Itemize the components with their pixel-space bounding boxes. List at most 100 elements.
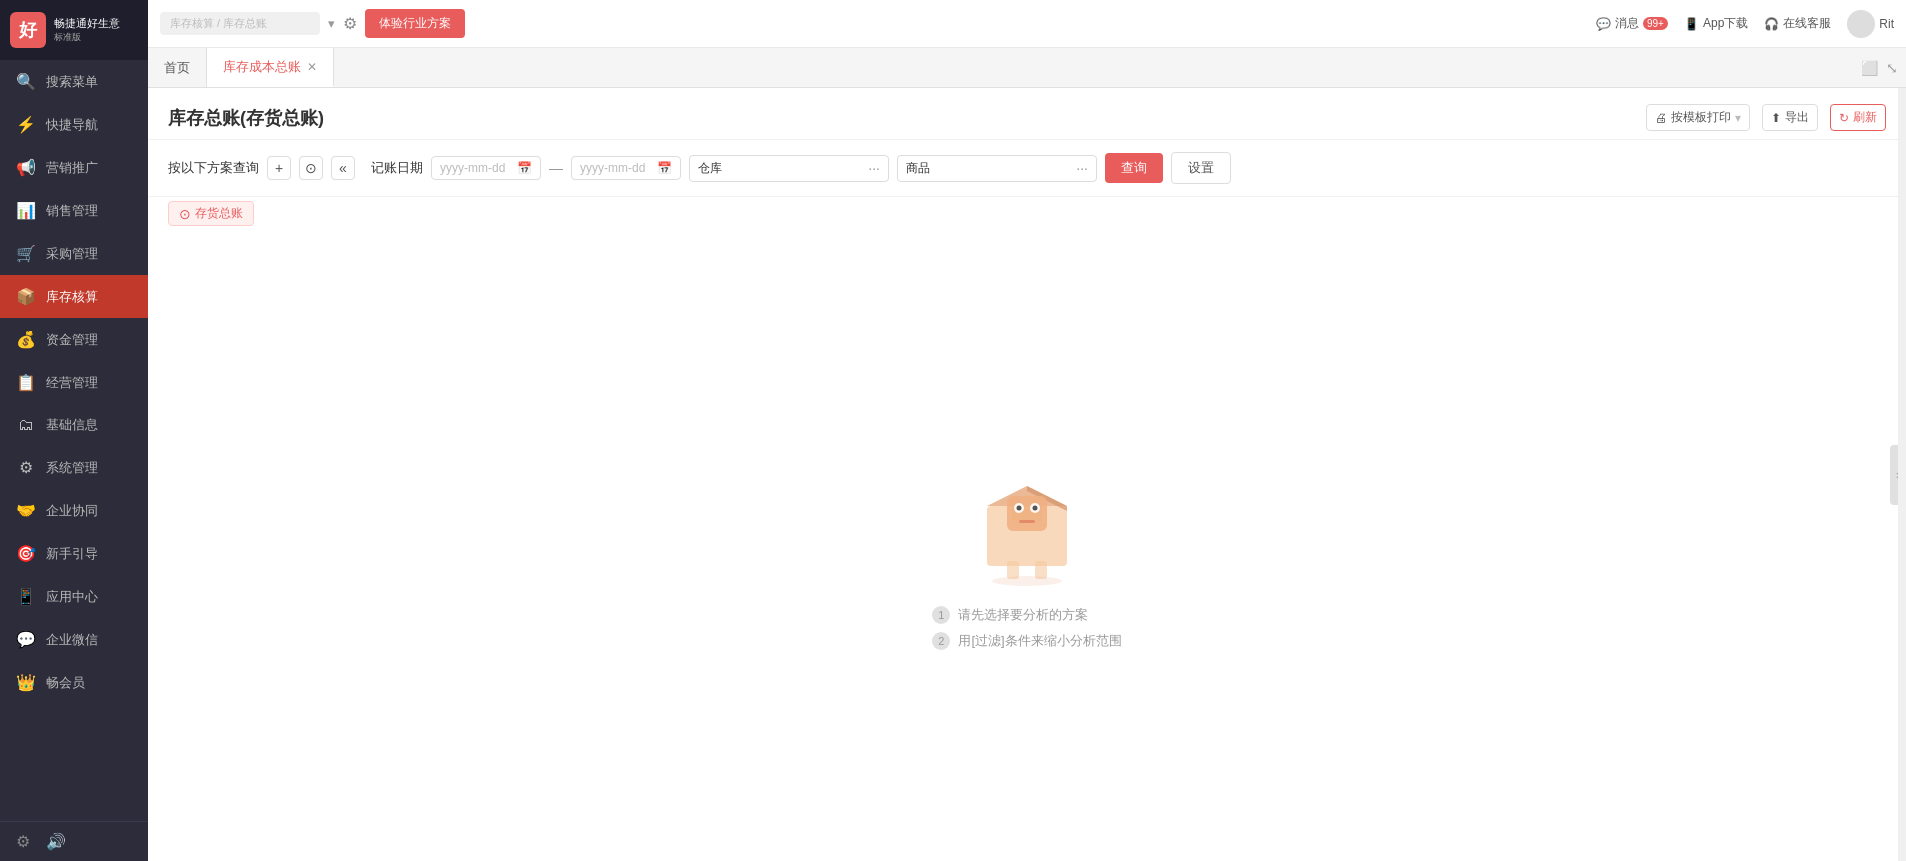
tab-home-label: 首页 bbox=[164, 59, 190, 77]
sidebar-bottom: ⚙ 🔊 bbox=[0, 821, 148, 861]
app-download-label: App下载 bbox=[1703, 15, 1748, 32]
export-button[interactable]: ⬆ 导出 bbox=[1762, 104, 1818, 131]
sidebar-item-finance[interactable]: 💰 资金管理 bbox=[0, 318, 148, 361]
sidebar-item-vip[interactable]: 👑 畅会员 bbox=[0, 661, 148, 704]
search-icon: 🔍 bbox=[16, 72, 36, 91]
online-support-label: 在线客服 bbox=[1783, 15, 1831, 32]
filter-row: 记账日期 yyyy-mm-dd 📅 — yyyy-mm-dd 📅 仓库 ··· … bbox=[371, 152, 1231, 184]
tab-inventory-ledger[interactable]: 库存成本总账 ✕ bbox=[207, 48, 334, 87]
filter-collapse-button[interactable]: « bbox=[331, 156, 355, 180]
sidebar-audio-icon[interactable]: 🔊 bbox=[46, 832, 66, 851]
sidebar-item-newguide[interactable]: 🎯 新手引导 bbox=[0, 532, 148, 575]
vip-icon: 👑 bbox=[16, 673, 36, 692]
resize-icon[interactable]: ⤡ bbox=[1886, 60, 1898, 76]
schema-tag[interactable]: ⊙ 存货总账 bbox=[168, 201, 254, 226]
base-icon: 🗂 bbox=[16, 416, 36, 434]
goods-label: 商品 bbox=[906, 160, 930, 177]
sidebar-item-label: 基础信息 bbox=[46, 416, 98, 434]
user-menu[interactable]: Rit bbox=[1847, 10, 1894, 38]
query-button[interactable]: 查询 bbox=[1105, 153, 1163, 183]
app-download-icon: 📱 bbox=[1684, 17, 1699, 31]
date-end-placeholder: yyyy-mm-dd bbox=[580, 161, 645, 175]
date-start-placeholder: yyyy-mm-dd bbox=[440, 161, 505, 175]
svg-point-8 bbox=[1033, 505, 1038, 510]
tip-number-1: 1 bbox=[932, 606, 950, 624]
dropdown-arrow-icon[interactable]: ▾ bbox=[328, 16, 335, 31]
app-logo-icon: 好 bbox=[10, 12, 46, 48]
message-badge: 99+ bbox=[1643, 17, 1668, 30]
filter-add-button[interactable]: + bbox=[267, 156, 291, 180]
sidebar-nav: 🔍 搜索菜单 ⚡ 快捷导航 📢 营销推广 📊 销售管理 🛒 采购管理 📦 库存核… bbox=[0, 60, 148, 821]
maximize-icon[interactable]: ⬜ bbox=[1861, 60, 1878, 76]
page-header: 库存总账(存货总账) 🖨 按模板打印 ▾ ⬆ 导出 ↻ 刷新 bbox=[148, 88, 1906, 140]
svg-point-12 bbox=[992, 576, 1062, 586]
settings-icon[interactable]: ⚙ bbox=[343, 14, 357, 33]
user-avatar bbox=[1847, 10, 1875, 38]
sidebar-item-system[interactable]: ⚙ 系统管理 bbox=[0, 446, 148, 489]
sidebar-item-label: 搜索菜单 bbox=[46, 73, 98, 91]
svg-rect-4 bbox=[1007, 496, 1047, 531]
tab-close-icon[interactable]: ✕ bbox=[307, 60, 317, 74]
enterprise-icon: 🤝 bbox=[16, 501, 36, 520]
sidebar-item-label: 新手引导 bbox=[46, 545, 98, 563]
tab-inventory-ledger-label: 库存成本总账 bbox=[223, 58, 301, 76]
message-icon: 💬 bbox=[1596, 17, 1611, 31]
warehouse-label: 仓库 bbox=[698, 160, 722, 177]
sidebar-item-operations[interactable]: 📋 经营管理 bbox=[0, 361, 148, 404]
sidebar-item-purchase[interactable]: 🛒 采购管理 bbox=[0, 232, 148, 275]
sidebar-item-sales[interactable]: 📊 销售管理 bbox=[0, 189, 148, 232]
sidebar-item-label: 资金管理 bbox=[46, 331, 98, 349]
warehouse-select[interactable]: 仓库 ··· bbox=[689, 155, 889, 182]
export-label: 导出 bbox=[1785, 109, 1809, 126]
sidebar-item-base[interactable]: 🗂 基础信息 bbox=[0, 404, 148, 446]
app-name: 畅捷通好生意 bbox=[54, 16, 120, 31]
empty-tip-2: 2 用[过滤]条件来缩小分析范围 bbox=[932, 632, 1121, 650]
date-end-input[interactable]: yyyy-mm-dd 📅 bbox=[571, 156, 681, 180]
tip-text-1: 请先选择要分析的方案 bbox=[958, 606, 1088, 624]
tab-bar-right: ⬜ ⤡ bbox=[334, 60, 1906, 76]
date-start-input[interactable]: yyyy-mm-dd 📅 bbox=[431, 156, 541, 180]
refresh-icon: ↻ bbox=[1839, 111, 1849, 125]
breadcrumb-search: 库存核算 / 库存总账 bbox=[160, 12, 320, 35]
sidebar-item-search[interactable]: 🔍 搜索菜单 bbox=[0, 60, 148, 103]
schema-tag-icon: ⊙ bbox=[179, 206, 191, 222]
filter-label: 按以下方案查询 bbox=[168, 159, 259, 177]
user-name: Rit bbox=[1879, 17, 1894, 31]
sidebar-item-appcenter[interactable]: 📱 应用中心 bbox=[0, 575, 148, 618]
export-icon: ⬆ bbox=[1771, 111, 1781, 125]
empty-svg bbox=[957, 446, 1097, 586]
sidebar-item-enterprise[interactable]: 🤝 企业协同 bbox=[0, 489, 148, 532]
sidebar-item-wechat[interactable]: 💬 企业微信 bbox=[0, 618, 148, 661]
system-icon: ⚙ bbox=[16, 458, 36, 477]
content-scroll-bar[interactable] bbox=[1898, 88, 1906, 861]
page-title: 库存总账(存货总账) bbox=[168, 106, 324, 130]
filter-schema-button[interactable]: ⊙ bbox=[299, 156, 323, 180]
sidebar-item-label: 畅会员 bbox=[46, 674, 85, 692]
message-button[interactable]: 💬 消息 99+ bbox=[1596, 15, 1668, 32]
main-area: 库存核算 / 库存总账 ▾ ⚙ 体验行业方案 💬 消息 99+ 📱 App下载 … bbox=[148, 0, 1906, 861]
online-support-button[interactable]: 🎧 在线客服 bbox=[1764, 15, 1831, 32]
shortcut-icon: ⚡ bbox=[16, 115, 36, 134]
schema-filter-area: ⊙ 存货总账 bbox=[148, 197, 1906, 234]
sidebar-item-label: 采购管理 bbox=[46, 245, 98, 263]
sidebar-item-marketing[interactable]: 📢 营销推广 bbox=[0, 146, 148, 189]
goods-select[interactable]: 商品 ··· bbox=[897, 155, 1097, 182]
wechat-icon: 💬 bbox=[16, 630, 36, 649]
sidebar-item-label: 企业协同 bbox=[46, 502, 98, 520]
sidebar-settings-icon[interactable]: ⚙ bbox=[16, 832, 30, 851]
tab-home[interactable]: 首页 bbox=[148, 48, 207, 87]
sidebar: 好 畅捷通好生意 标准版 🔍 搜索菜单 ⚡ 快捷导航 📢 营销推广 📊 销售管理… bbox=[0, 0, 148, 861]
print-template-button[interactable]: 🖨 按模板打印 ▾ bbox=[1646, 104, 1750, 131]
sidebar-item-inventory[interactable]: 📦 库存核算 bbox=[0, 275, 148, 318]
sidebar-item-shortcut[interactable]: ⚡ 快捷导航 bbox=[0, 103, 148, 146]
empty-state: 1 请先选择要分析的方案 2 用[过滤]条件来缩小分析范围 bbox=[148, 234, 1906, 861]
refresh-label: 刷新 bbox=[1853, 109, 1877, 126]
settings-button[interactable]: 设置 bbox=[1171, 152, 1231, 184]
industry-solution-button[interactable]: 体验行业方案 bbox=[365, 9, 465, 38]
inventory-icon: 📦 bbox=[16, 287, 36, 306]
app-download-button[interactable]: 📱 App下载 bbox=[1684, 15, 1748, 32]
refresh-button[interactable]: ↻ 刷新 bbox=[1830, 104, 1886, 131]
date-separator: — bbox=[549, 160, 563, 176]
top-bar: 库存核算 / 库存总账 ▾ ⚙ 体验行业方案 💬 消息 99+ 📱 App下载 … bbox=[148, 0, 1906, 48]
appcenter-icon: 📱 bbox=[16, 587, 36, 606]
